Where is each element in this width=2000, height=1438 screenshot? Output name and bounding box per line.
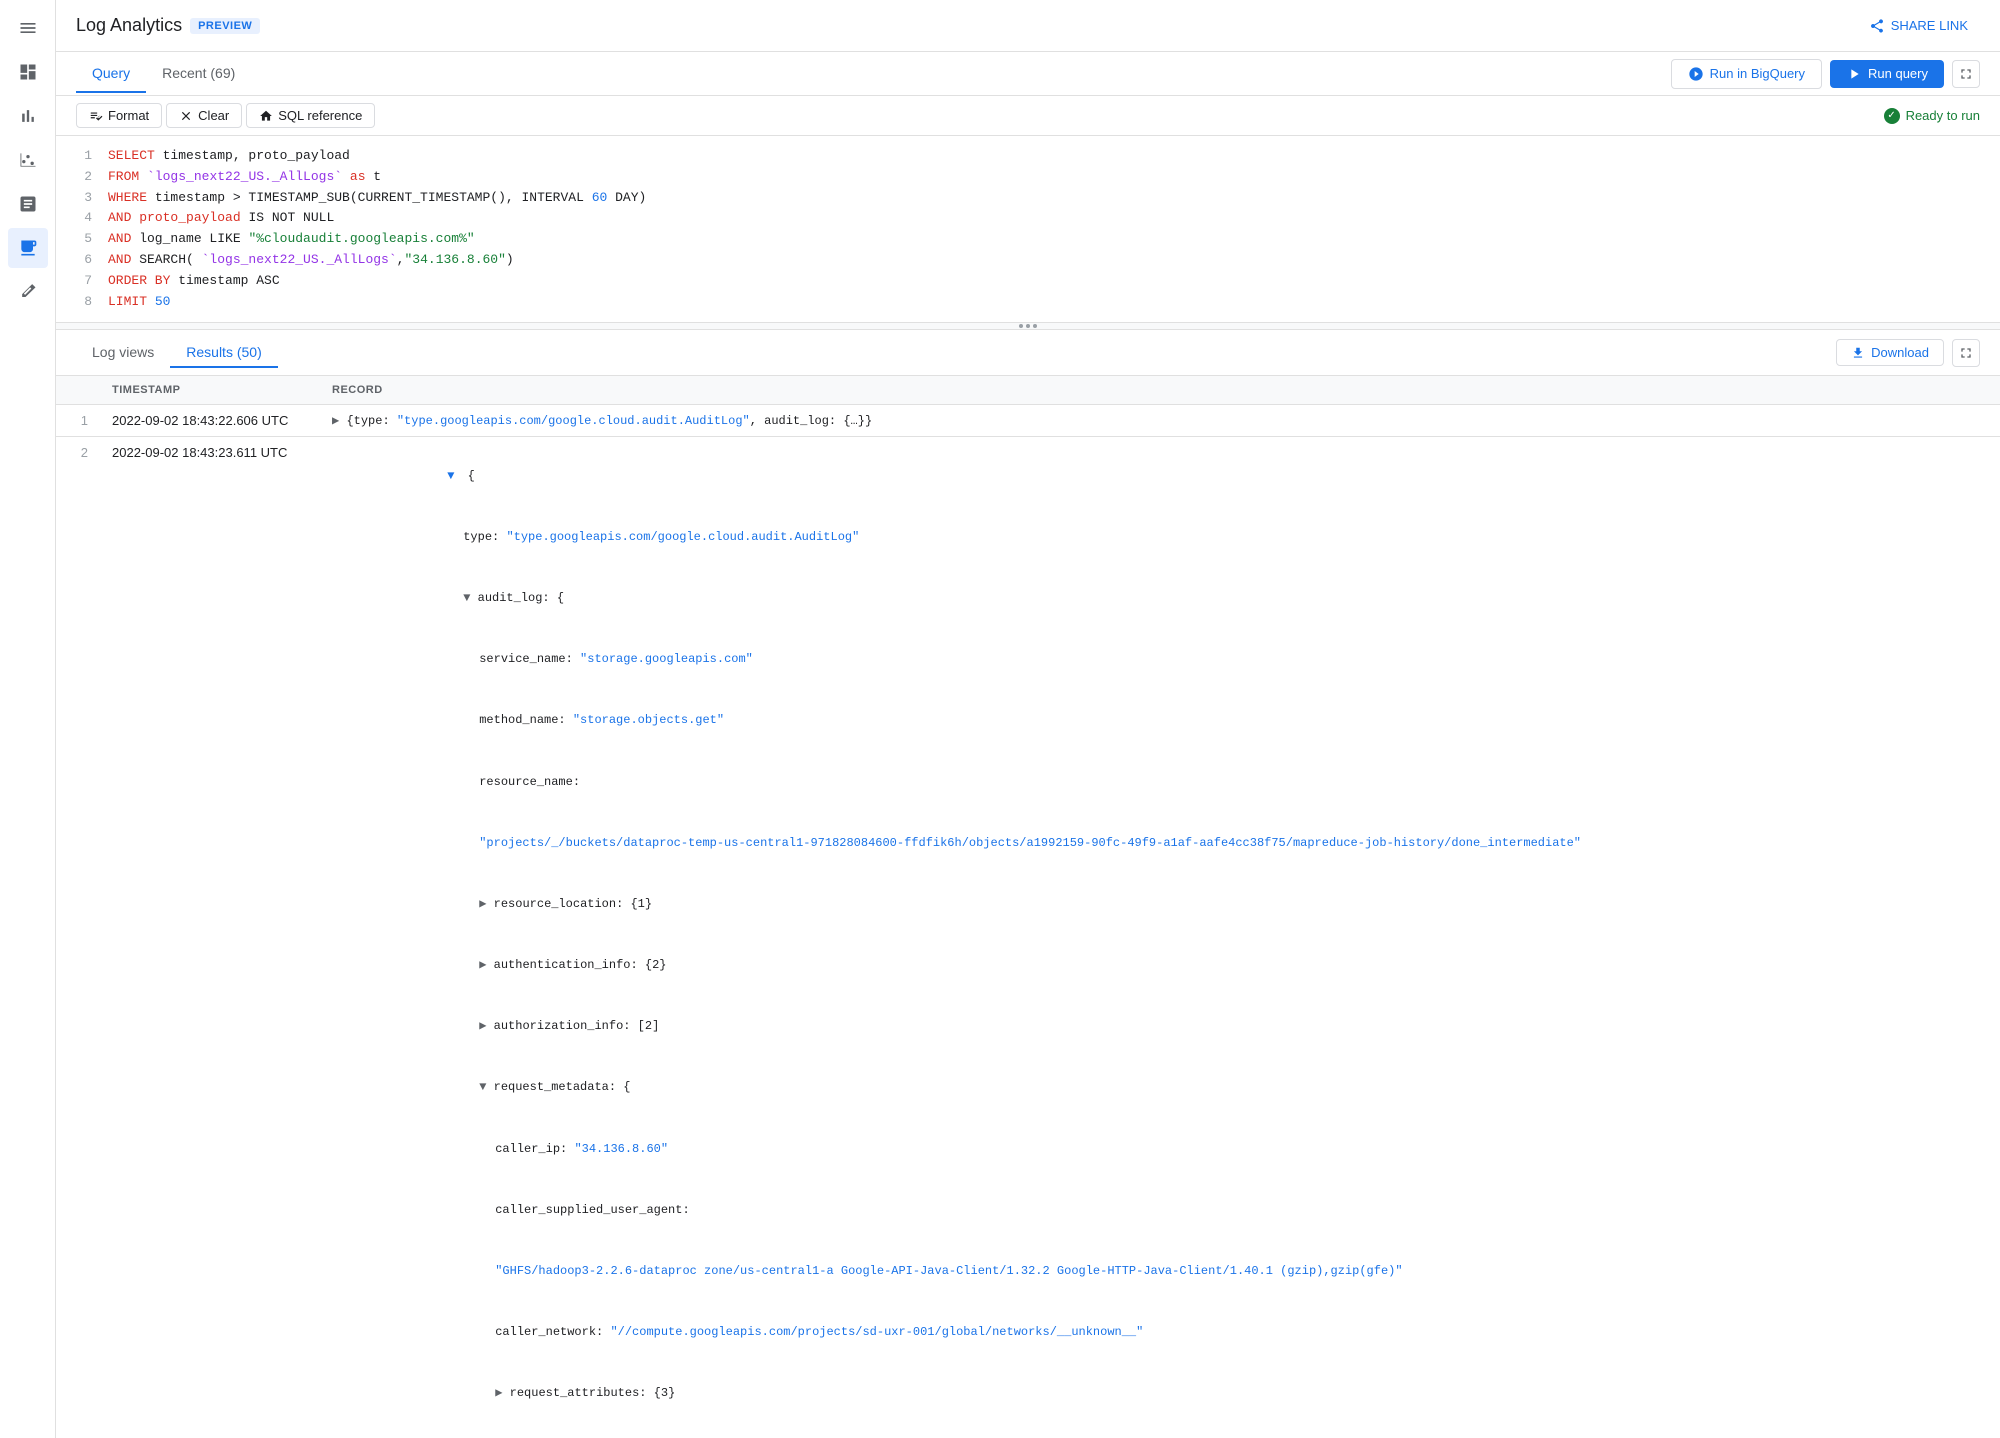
results-panel: Log views Results (50) Download	[56, 330, 2000, 1438]
ready-to-run-status: ✓ Ready to run	[1884, 108, 1980, 124]
query-analytics-icon[interactable]	[8, 228, 48, 268]
header-left: Log Analytics PREVIEW	[76, 15, 260, 36]
ready-dot: ✓	[1884, 108, 1900, 124]
resize-dots	[1019, 324, 1037, 328]
col-header-num	[56, 376, 96, 405]
preview-badge: PREVIEW	[190, 18, 260, 34]
code-line-7: 7 ORDER BY timestamp ASC	[76, 271, 1980, 292]
expand-resource-location[interactable]: ▶	[479, 894, 486, 914]
expand-auth-info[interactable]: ▶	[479, 955, 486, 975]
chart-bar-icon[interactable]	[8, 96, 48, 136]
resize-handle[interactable]	[56, 322, 2000, 330]
menu-icon[interactable]	[8, 8, 48, 48]
share-link-button[interactable]: SHARE LINK	[1857, 12, 1980, 40]
table-body: 1 2022-09-02 18:43:22.606 UTC ▶ {type: "…	[56, 405, 2000, 1438]
code-editor[interactable]: 1 SELECT timestamp, proto_payload 2 FROM…	[56, 136, 2000, 322]
results-expand-icon	[1958, 345, 1974, 361]
expand-request-metadata[interactable]: ▼	[479, 1077, 486, 1097]
collapse-row-arrow[interactable]: ▼	[447, 469, 454, 483]
table-header: TIMESTAMP RECORD	[56, 376, 2000, 405]
results-table: TIMESTAMP RECORD 1 2022-09-02 18:43:22.6…	[56, 376, 2000, 1438]
tab-recent[interactable]: Recent (69)	[146, 55, 251, 93]
expand-icon	[1958, 66, 1974, 82]
timestamp-cell: 2022-09-02 18:43:22.606 UTC	[96, 405, 316, 437]
code-line-1: 1 SELECT timestamp, proto_payload	[76, 146, 1980, 167]
expand-button[interactable]	[1952, 60, 1980, 88]
results-tabs: Log views Results (50)	[76, 338, 278, 367]
download-button[interactable]: Download	[1836, 339, 1944, 366]
code-line-6: 6 AND SEARCH( `logs_next22_US._AllLogs`,…	[76, 250, 1980, 271]
download-icon	[1851, 346, 1865, 360]
expand-authz-info[interactable]: ▶	[479, 1016, 486, 1036]
tab-query[interactable]: Query	[76, 55, 146, 93]
main-content: Log Analytics PREVIEW SHARE LINK Query R…	[56, 0, 2000, 1438]
sql-reference-button[interactable]: SQL reference	[246, 103, 375, 128]
toolbar: Format Clear SQL reference ✓ Ready to ru…	[56, 96, 2000, 136]
tab-log-views[interactable]: Log views	[76, 338, 170, 368]
table-row: 1 2022-09-02 18:43:22.606 UTC ▶ {type: "…	[56, 405, 2000, 437]
table-row-expanded: 2 2022-09-02 18:43:23.611 UTC ▼ { type: …	[56, 437, 2000, 1438]
format-button[interactable]: Format	[76, 103, 162, 128]
format-icon	[89, 109, 103, 123]
results-expand-button[interactable]	[1952, 339, 1980, 367]
expand-row-arrow[interactable]: ▶	[332, 413, 339, 428]
code-line-8: 8 LIMIT 50	[76, 292, 1980, 313]
clear-icon	[179, 109, 193, 123]
run-in-bigquery-button[interactable]: Run in BigQuery	[1671, 59, 1822, 89]
tabs-row: Query Recent (69) Run in BigQuery Run qu…	[56, 52, 2000, 96]
code-line-2: 2 FROM `logs_next22_US._AllLogs` as t	[76, 167, 1980, 188]
row-number: 1	[56, 405, 96, 437]
share-link-label: SHARE LINK	[1891, 18, 1968, 33]
code-line-4: 4 AND proto_payload IS NOT NULL	[76, 208, 1980, 229]
record-cell-expanded: ▼ { type: "type.googleapis.com/google.cl…	[316, 437, 2000, 1438]
timestamp-cell: 2022-09-02 18:43:23.611 UTC	[96, 437, 316, 1438]
tab-results[interactable]: Results (50)	[170, 338, 277, 368]
data-table: TIMESTAMP RECORD 1 2022-09-02 18:43:22.6…	[56, 376, 2000, 1438]
code-line-5: 5 AND log_name LIKE "%cloudaudit.googlea…	[76, 229, 1980, 250]
code-line-3: 3 WHERE timestamp > TIMESTAMP_SUB(CURREN…	[76, 188, 1980, 209]
bigquery-icon	[1688, 66, 1704, 82]
results-header: Log views Results (50) Download	[56, 330, 2000, 376]
row-number: 2	[56, 437, 96, 1438]
dashboard-icon[interactable]	[8, 52, 48, 92]
share-icon	[1869, 18, 1885, 34]
notes-icon[interactable]	[8, 272, 48, 312]
expand-audit-log[interactable]: ▼	[463, 588, 470, 608]
expand-request-attrs[interactable]: ▶	[495, 1383, 502, 1403]
sidebar	[0, 0, 56, 1438]
clear-button[interactable]: Clear	[166, 103, 242, 128]
col-header-record: RECORD	[316, 376, 2000, 405]
record-cell: ▶ {type: "type.googleapis.com/google.clo…	[316, 405, 2000, 437]
logs-icon[interactable]	[8, 184, 48, 224]
scatter-icon[interactable]	[8, 140, 48, 180]
run-query-button[interactable]: Run query	[1830, 60, 1944, 88]
tab-right-controls: Run in BigQuery Run query	[1671, 59, 1980, 89]
col-header-timestamp: TIMESTAMP	[96, 376, 316, 405]
play-icon	[1846, 66, 1862, 82]
toolbar-left: Format Clear SQL reference	[76, 103, 375, 128]
sql-icon	[259, 109, 273, 123]
header: Log Analytics PREVIEW SHARE LINK	[56, 0, 2000, 52]
page-title: Log Analytics	[76, 15, 182, 36]
main-tabs: Query Recent (69)	[76, 55, 251, 92]
